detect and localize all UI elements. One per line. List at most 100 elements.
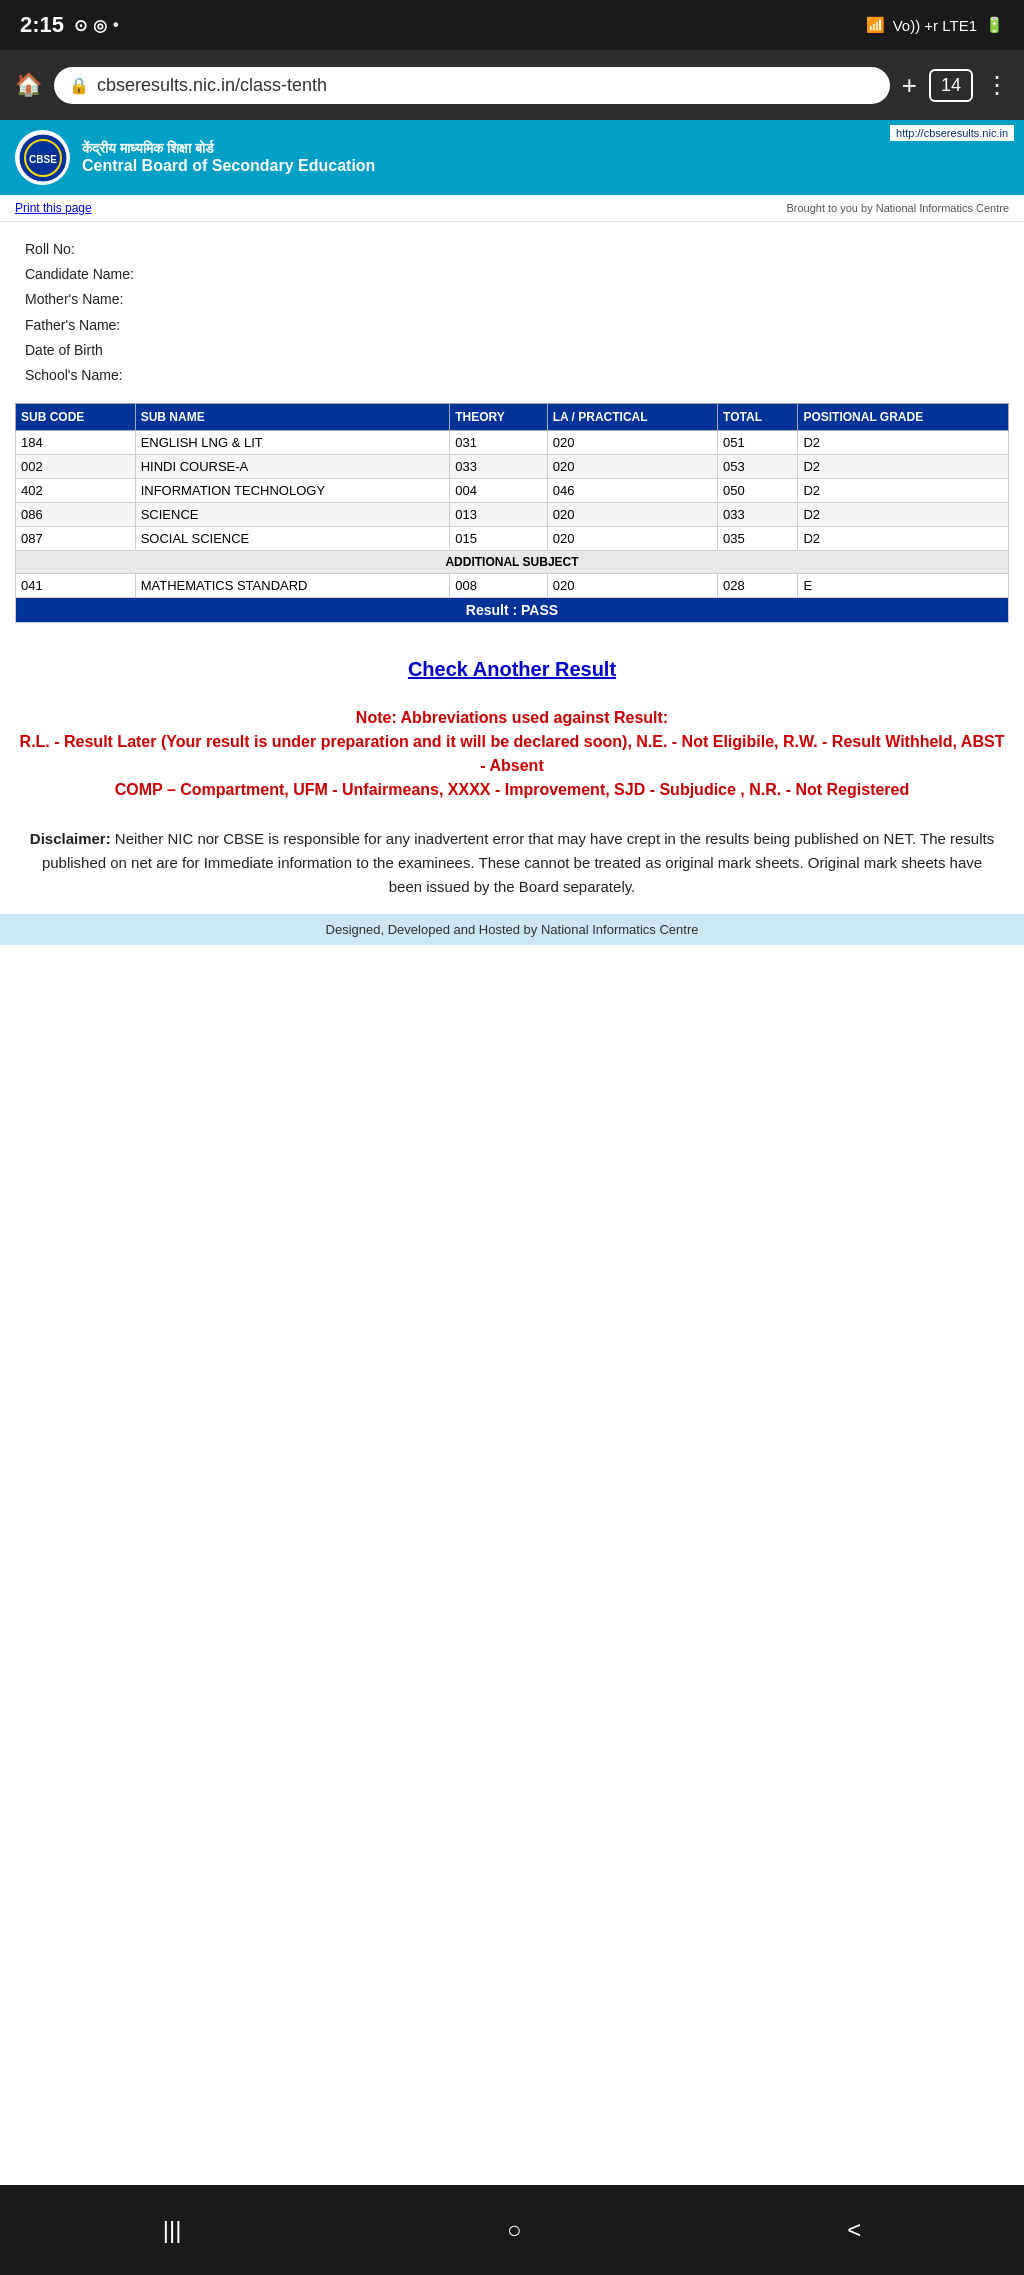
- url-bar[interactable]: 🔒 cbseresults.nic.in/class-tenth: [54, 67, 890, 104]
- cell-practical: 020: [547, 574, 717, 598]
- check-another-link[interactable]: Check Another Result: [408, 658, 616, 680]
- cell-code: 002: [16, 455, 136, 479]
- print-link[interactable]: Print this page: [15, 201, 92, 215]
- back-button[interactable]: <: [847, 2216, 861, 2244]
- cell-total: 028: [718, 574, 798, 598]
- fathers-name-label: Father's Name:: [25, 313, 120, 338]
- status-time-area: 2:15 ⊙ ◎ •: [20, 12, 119, 38]
- note-text: Note: Abbreviations used against Result:…: [15, 706, 1009, 802]
- result-pass-cell: Result : PASS: [16, 598, 1009, 623]
- mothers-name-label: Mother's Name:: [25, 287, 123, 312]
- col-sub-code: SUB CODE: [16, 404, 136, 431]
- site-title-english: Central Board of Secondary Education: [82, 157, 375, 175]
- cell-name: SCIENCE: [135, 503, 450, 527]
- cell-practical: 020: [547, 527, 717, 551]
- cell-total: 051: [718, 431, 798, 455]
- cell-code: 041: [16, 574, 136, 598]
- col-positional-grade: POSITIONAL GRADE: [798, 404, 1009, 431]
- results-table: SUB CODE SUB NAME THEORY LA / PRACTICAL …: [15, 403, 1009, 623]
- tabs-button[interactable]: 14: [929, 69, 973, 102]
- cell-theory: 013: [450, 503, 547, 527]
- dob-label: Date of Birth: [25, 338, 103, 363]
- note-line2: COMP – Compartment, UFM - Unfairmeans, X…: [115, 781, 910, 798]
- additional-subject-header-row: ADDITIONAL SUBJECT: [16, 551, 1009, 574]
- cell-name: SOCIAL SCIENCE: [135, 527, 450, 551]
- footer-text: Designed, Developed and Hosted by Nation…: [326, 922, 699, 937]
- cell-grade: D2: [798, 455, 1009, 479]
- table-row: 087 SOCIAL SCIENCE 015 020 035 D2: [16, 527, 1009, 551]
- signal-text: Vo)) +r LTE1: [893, 17, 977, 34]
- col-total: TOTAL: [718, 404, 798, 431]
- site-title-block: केंद्रीय माध्यमिक शिक्षा बोर्ड Central B…: [82, 140, 375, 175]
- results-table-container: SUB CODE SUB NAME THEORY LA / PRACTICAL …: [0, 403, 1024, 638]
- result-row: Result : PASS: [16, 598, 1009, 623]
- cell-practical: 020: [547, 455, 717, 479]
- candidate-name-row: Candidate Name:: [25, 262, 999, 287]
- site-header: CBSE केंद्रीय माध्यमिक शिक्षा बोर्ड Cent…: [0, 120, 1024, 195]
- status-right-area: 📶 Vo)) +r LTE1 🔋: [866, 16, 1004, 34]
- time-display: 2:15: [20, 12, 64, 38]
- cell-name: MATHEMATICS STANDARD: [135, 574, 450, 598]
- disclaimer-section: Disclaimer: Neither NIC nor CBSE is resp…: [0, 812, 1024, 914]
- wifi-icon: 📶: [866, 16, 885, 34]
- cell-total: 035: [718, 527, 798, 551]
- check-another-section: Check Another Result: [0, 638, 1024, 696]
- lock-icon: 🔒: [69, 76, 89, 95]
- home-nav-button[interactable]: ○: [507, 2216, 522, 2244]
- col-la-practical: LA / PRACTICAL: [547, 404, 717, 431]
- site-url-top: http://cbseresults.nic.in: [890, 125, 1014, 141]
- school-label: School's Name:: [25, 363, 123, 388]
- disclaimer-text: Disclaimer: Neither NIC nor CBSE is resp…: [25, 827, 999, 899]
- cell-theory: 031: [450, 431, 547, 455]
- cell-practical: 020: [547, 503, 717, 527]
- menu-button[interactable]: ⋮: [985, 71, 1009, 99]
- cell-practical: 020: [547, 431, 717, 455]
- note-heading: Note: Abbreviations used against Result:: [356, 709, 668, 726]
- cell-theory: 015: [450, 527, 547, 551]
- cell-grade: D2: [798, 431, 1009, 455]
- table-row: 402 INFORMATION TECHNOLOGY 004 046 050 D…: [16, 479, 1009, 503]
- mothers-name-row: Mother's Name:: [25, 287, 999, 312]
- cell-total: 053: [718, 455, 798, 479]
- cell-name: INFORMATION TECHNOLOGY: [135, 479, 450, 503]
- cell-total: 033: [718, 503, 798, 527]
- cell-grade: E: [798, 574, 1009, 598]
- roll-no-label: Roll No:: [25, 237, 75, 262]
- status-icons: ⊙ ◎ •: [74, 16, 119, 35]
- cell-code: 086: [16, 503, 136, 527]
- home-button[interactable]: 🏠: [15, 72, 42, 98]
- cell-theory: 008: [450, 574, 547, 598]
- cell-name: ENGLISH LNG & LIT: [135, 431, 450, 455]
- cell-theory: 033: [450, 455, 547, 479]
- site-title-hindi: केंद्रीय माध्यमिक शिक्षा बोर्ड: [82, 140, 375, 157]
- student-info: Roll No: Candidate Name: Mother's Name: …: [0, 222, 1024, 403]
- nic-credit: Brought to you by National Informatics C…: [786, 202, 1009, 214]
- note-line1: R.L. - Result Later (Your result is unde…: [20, 733, 1005, 774]
- dob-row: Date of Birth: [25, 338, 999, 363]
- recent-apps-button[interactable]: |||: [163, 2216, 182, 2244]
- col-theory: THEORY: [450, 404, 547, 431]
- disclaimer-body: Neither NIC nor CBSE is responsible for …: [42, 830, 994, 895]
- additional-subject-row: 041 MATHEMATICS STANDARD 008 020 028 E: [16, 574, 1009, 598]
- navigation-icon: ⊙: [74, 16, 87, 35]
- table-row: 184 ENGLISH LNG & LIT 031 020 051 D2: [16, 431, 1009, 455]
- logo-svg: CBSE: [18, 133, 68, 183]
- cbse-logo: CBSE: [15, 130, 70, 185]
- disclaimer-bold: Disclaimer:: [30, 830, 111, 847]
- bottom-nav: ||| ○ <: [0, 2185, 1024, 2275]
- col-sub-name: SUB NAME: [135, 404, 450, 431]
- school-row: School's Name:: [25, 363, 999, 388]
- fathers-name-row: Father's Name:: [25, 313, 999, 338]
- cell-code: 402: [16, 479, 136, 503]
- dot-icon: •: [113, 16, 119, 34]
- site-footer: Designed, Developed and Hosted by Nation…: [0, 914, 1024, 945]
- print-bar: Print this page Brought to you by Nation…: [0, 195, 1024, 222]
- cell-theory: 004: [450, 479, 547, 503]
- new-tab-button[interactable]: +: [902, 70, 917, 101]
- status-bar: 2:15 ⊙ ◎ • 📶 Vo)) +r LTE1 🔋: [0, 0, 1024, 50]
- cell-grade: D2: [798, 479, 1009, 503]
- table-header-row: SUB CODE SUB NAME THEORY LA / PRACTICAL …: [16, 404, 1009, 431]
- battery-icon: 🔋: [985, 16, 1004, 34]
- url-text[interactable]: cbseresults.nic.in/class-tenth: [97, 75, 875, 96]
- nav-bar: 🏠 🔒 cbseresults.nic.in/class-tenth + 14 …: [0, 50, 1024, 120]
